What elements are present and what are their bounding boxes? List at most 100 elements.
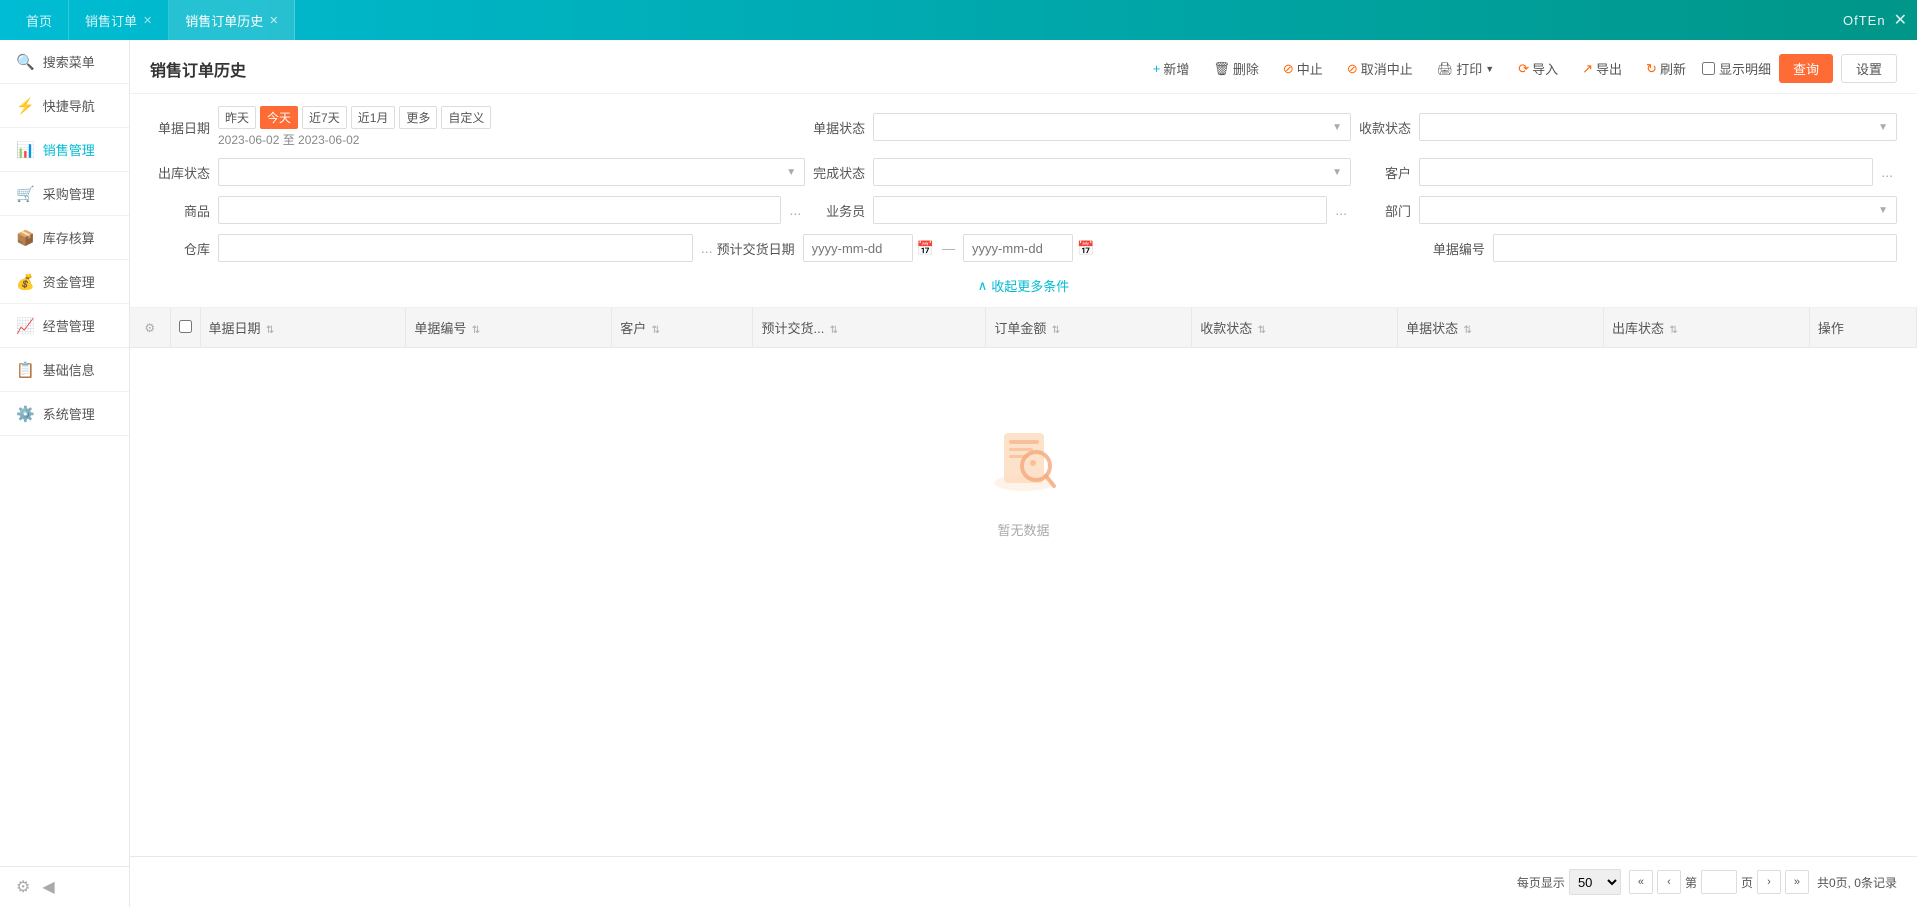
tab-sales-order-close[interactable]: ✕	[143, 14, 152, 27]
calendar-end-icon[interactable]: 📅	[1077, 240, 1094, 257]
refresh-button[interactable]: ↻ 刷新	[1638, 55, 1694, 82]
date-custom[interactable]: 自定义	[441, 106, 491, 129]
col-billno-sort: ⇅	[472, 325, 480, 336]
current-page-input[interactable]: 1	[1701, 870, 1737, 894]
settings-button[interactable]: 设置	[1841, 54, 1897, 83]
col-billno[interactable]: 单据编号 ⇅	[406, 308, 612, 348]
tab-home[interactable]: 首页	[10, 0, 69, 40]
page-suffix: 页	[1741, 874, 1753, 891]
dept-label: 部门	[1351, 201, 1411, 220]
sidebar-item-search[interactable]: 🔍 搜索菜单	[0, 40, 129, 84]
salesperson-input[interactable]	[873, 196, 1327, 224]
add-label: 新增	[1163, 59, 1189, 78]
cancel-stop-icon: ⊘	[1347, 61, 1358, 77]
filter-warehouse: 仓库 ...	[150, 234, 717, 262]
last-page-btn[interactable]: »	[1785, 870, 1809, 894]
print-icon: 🖨	[1437, 61, 1454, 77]
col-action-label: 操作	[1818, 321, 1844, 336]
customer-ellipsis[interactable]: ...	[1877, 164, 1897, 180]
sidebar-item-purchase[interactable]: 🛒 采购管理	[0, 172, 129, 216]
sidebar-settings-icon[interactable]: ⚙	[16, 877, 30, 897]
stop-label: 中止	[1297, 59, 1323, 78]
tab-sales-history-close[interactable]: ✕	[269, 14, 278, 27]
salesperson-ellipsis[interactable]: ...	[1331, 202, 1351, 218]
topbar-close-btn[interactable]: ✕	[1894, 10, 1907, 30]
dept-arrow: ▼	[1878, 205, 1888, 216]
delete-button[interactable]: 🗑 删除	[1205, 55, 1267, 82]
receipt-status-arrow: ▼	[1878, 122, 1888, 133]
import-button[interactable]: ⟳ 导入	[1510, 55, 1566, 82]
date-today[interactable]: 今天	[260, 106, 298, 129]
purchase-icon: 🛒	[16, 185, 35, 203]
calendar-start-icon[interactable]: 📅	[917, 240, 934, 257]
col-receipt-status-label: 收款状态	[1200, 321, 1252, 336]
date-range-text: 2023-06-02 至 2023-06-02	[218, 131, 491, 148]
col-date-sort: ⇅	[266, 325, 274, 336]
filter-salesperson: 业务员 ...	[805, 196, 1351, 224]
goods-input[interactable]	[218, 196, 781, 224]
col-date[interactable]: 单据日期 ⇅	[200, 308, 406, 348]
show-detail-checkbox-wrapper[interactable]: 显示明细	[1702, 59, 1771, 78]
import-icon: ⟳	[1518, 61, 1529, 77]
bill-no-input[interactable]	[1493, 234, 1897, 262]
total-info: 共0页, 0条记录	[1817, 874, 1897, 891]
table-check-header[interactable]	[170, 308, 200, 348]
col-bill-status-label: 单据状态	[1406, 321, 1458, 336]
date-7days[interactable]: 近7天	[302, 106, 347, 129]
goods-ellipsis[interactable]: ...	[785, 202, 805, 218]
export-button[interactable]: ↗ 导出	[1574, 55, 1630, 82]
refresh-label: 刷新	[1660, 59, 1686, 78]
prev-page-btn[interactable]: ‹	[1657, 870, 1681, 894]
filter-row-3: 商品 ... 业务员 ... 部门	[150, 196, 1897, 224]
tab-home-label: 首页	[26, 11, 52, 30]
sidebar-finance-label: 资金管理	[43, 272, 95, 291]
sidebar-item-system[interactable]: ⚙️ 系统管理	[0, 392, 129, 436]
col-receipt-status[interactable]: 收款状态 ⇅	[1192, 308, 1398, 348]
query-button[interactable]: 查询	[1779, 54, 1833, 83]
col-bill-status[interactable]: 单据状态 ⇅	[1398, 308, 1604, 348]
col-amount[interactable]: 订单金额 ⇅	[986, 308, 1192, 348]
out-status-select[interactable]: ▼	[218, 158, 805, 186]
collapse-row[interactable]: ∧ 收起更多条件	[150, 272, 1897, 295]
salesperson-label: 业务员	[805, 201, 865, 220]
col-out-status[interactable]: 出库状态 ⇅	[1604, 308, 1810, 348]
bill-status-select[interactable]: ▼	[873, 113, 1351, 141]
date-yesterday[interactable]: 昨天	[218, 106, 256, 129]
date-more[interactable]: 更多	[399, 106, 437, 129]
add-icon: +	[1153, 61, 1161, 76]
sidebar-item-quicknav[interactable]: ⚡ 快捷导航	[0, 84, 129, 128]
page-size-selector[interactable]: 10 20 50 100	[1569, 869, 1621, 895]
sidebar-collapse-icon[interactable]: ◀	[42, 877, 54, 897]
delete-label: 删除	[1233, 59, 1259, 78]
sidebar-item-sales[interactable]: 📊 销售管理	[0, 128, 129, 172]
next-page-btn[interactable]: ›	[1757, 870, 1781, 894]
cancel-stop-button[interactable]: ⊘ 取消中止	[1339, 55, 1421, 82]
expected-date-start[interactable]	[803, 234, 913, 262]
show-detail-checkbox[interactable]	[1702, 62, 1715, 75]
tab-sales-order[interactable]: 销售订单 ✕	[69, 0, 169, 40]
sidebar-item-finance[interactable]: 💰 资金管理	[0, 260, 129, 304]
sidebar-item-base[interactable]: 📋 基础信息	[0, 348, 129, 392]
complete-status-select[interactable]: ▼	[873, 158, 1351, 186]
stop-button[interactable]: ⊘ 中止	[1275, 55, 1331, 82]
customer-input[interactable]	[1419, 158, 1873, 186]
sidebar-item-operation[interactable]: 📈 经营管理	[0, 304, 129, 348]
dept-select[interactable]: ▼	[1419, 196, 1897, 224]
select-all-checkbox[interactable]	[179, 320, 192, 333]
expected-date-end[interactable]	[963, 234, 1073, 262]
table-gear-header[interactable]: ⚙	[130, 308, 170, 348]
sidebar-item-inventory[interactable]: 📦 库存核算	[0, 216, 129, 260]
col-customer-sort: ⇅	[652, 325, 660, 336]
col-customer[interactable]: 客户 ⇅	[612, 308, 753, 348]
print-button[interactable]: 🖨 打印 ▼	[1429, 55, 1502, 82]
col-expected[interactable]: 预计交货... ⇅	[753, 308, 986, 348]
tab-sales-history[interactable]: 销售订单历史 ✕	[169, 0, 295, 40]
add-button[interactable]: + 新增	[1145, 55, 1198, 82]
warehouse-ellipsis[interactable]: ...	[697, 240, 717, 256]
empty-text: 暂无数据	[997, 520, 1049, 539]
receipt-status-select[interactable]: ▼	[1419, 113, 1897, 141]
first-page-btn[interactable]: «	[1629, 870, 1653, 894]
warehouse-input[interactable]	[218, 234, 693, 262]
quicknav-icon: ⚡	[16, 97, 35, 115]
date-1month[interactable]: 近1月	[351, 106, 396, 129]
